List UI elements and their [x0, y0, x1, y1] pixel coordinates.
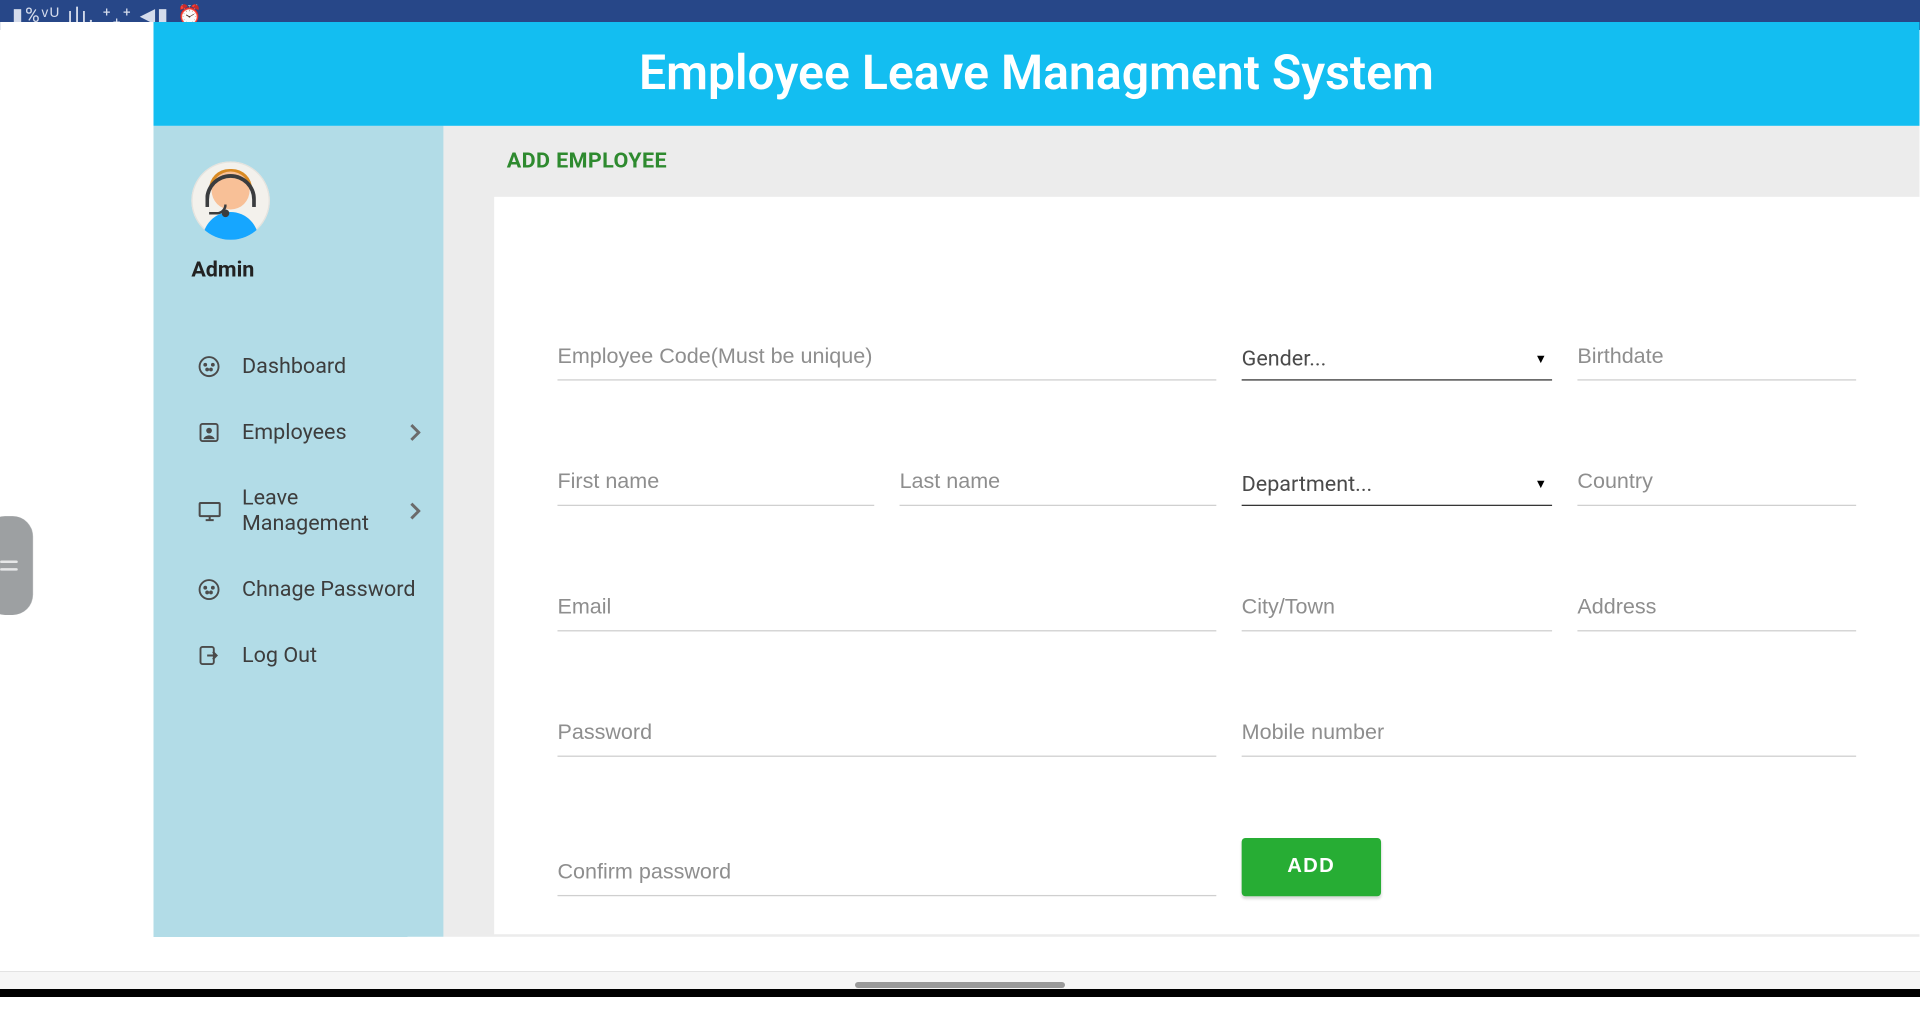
- sidebar-item-label: Employees: [227, 420, 408, 445]
- section-title: ADD EMPLOYEE: [443, 126, 1919, 197]
- address-field: [1577, 587, 1856, 631]
- viewport-left-margin: [0, 22, 153, 1010]
- employee-code-input[interactable]: [557, 336, 1216, 380]
- password-input[interactable]: [557, 713, 1216, 757]
- confirm-password-field: [557, 852, 1216, 896]
- sidebar-item-logout[interactable]: Log Out: [153, 623, 443, 689]
- sidebar-item-label: Chnage Password: [227, 577, 421, 602]
- birthdate-input[interactable]: [1577, 336, 1856, 380]
- sidebar-item-change-password[interactable]: Chnage Password: [153, 557, 443, 623]
- main-content: ADD EMPLOYEE Gender... ▼: [443, 126, 1919, 937]
- side-drag-handle[interactable]: [0, 516, 33, 615]
- app-title: Employee Leave Managment System: [639, 46, 1434, 102]
- sidebar-item-label: Leave Management: [227, 486, 408, 537]
- country-input[interactable]: [1577, 462, 1856, 506]
- gender-select-value: Gender...: [1242, 346, 1535, 371]
- sidebar: Admin Dashboard Employees: [153, 126, 443, 937]
- city-field: [1242, 587, 1552, 631]
- app-frame: Employee Leave Managment System Admin: [153, 22, 1919, 937]
- dashboard-icon: [191, 355, 226, 378]
- first-name-field: [557, 462, 874, 506]
- sidebar-item-employees[interactable]: Employees: [153, 400, 443, 466]
- last-name-field: [900, 462, 1217, 506]
- city-input[interactable]: [1242, 587, 1552, 631]
- chevron-down-icon: ▼: [1534, 352, 1552, 366]
- email-field: [557, 587, 1216, 631]
- country-field: [1577, 462, 1856, 506]
- add-button[interactable]: ADD: [1242, 838, 1381, 896]
- person-icon: [191, 421, 226, 444]
- bottom-black-strip: [0, 989, 1920, 997]
- chevron-right-icon: [408, 424, 421, 442]
- birthdate-field: [1577, 336, 1856, 380]
- home-indicator[interactable]: [855, 982, 1065, 988]
- confirm-password-input[interactable]: [557, 852, 1216, 896]
- app-header: Employee Leave Managment System: [153, 22, 1919, 126]
- gender-select[interactable]: Gender... ▼: [1242, 346, 1552, 380]
- department-select[interactable]: Department... ▼: [1242, 472, 1552, 506]
- password-field: [557, 713, 1216, 757]
- department-select-value: Department...: [1242, 472, 1535, 497]
- logout-icon: [191, 644, 226, 667]
- user-avatar: [191, 161, 270, 240]
- settings-dots-icon: [191, 578, 226, 601]
- chevron-down-icon: ▼: [1534, 477, 1552, 491]
- user-name-label: Admin: [153, 258, 443, 334]
- mobile-field: [1242, 713, 1856, 757]
- address-input[interactable]: [1577, 587, 1856, 631]
- first-name-input[interactable]: [557, 462, 874, 506]
- chevron-right-icon: [408, 502, 421, 520]
- sidebar-nav: Dashboard Employees: [153, 334, 443, 689]
- sidebar-item-label: Dashboard: [227, 354, 421, 379]
- sidebar-item-label: Log Out: [227, 643, 421, 668]
- monitor-icon: [191, 500, 226, 523]
- employee-code-field: [557, 336, 1216, 380]
- mobile-input[interactable]: [1242, 713, 1856, 757]
- sidebar-item-leave-management[interactable]: Leave Management: [153, 465, 443, 556]
- email-input[interactable]: [557, 587, 1216, 631]
- sidebar-item-dashboard[interactable]: Dashboard: [153, 334, 443, 400]
- form-card: Gender... ▼ Department: [494, 197, 1919, 934]
- last-name-input[interactable]: [900, 462, 1217, 506]
